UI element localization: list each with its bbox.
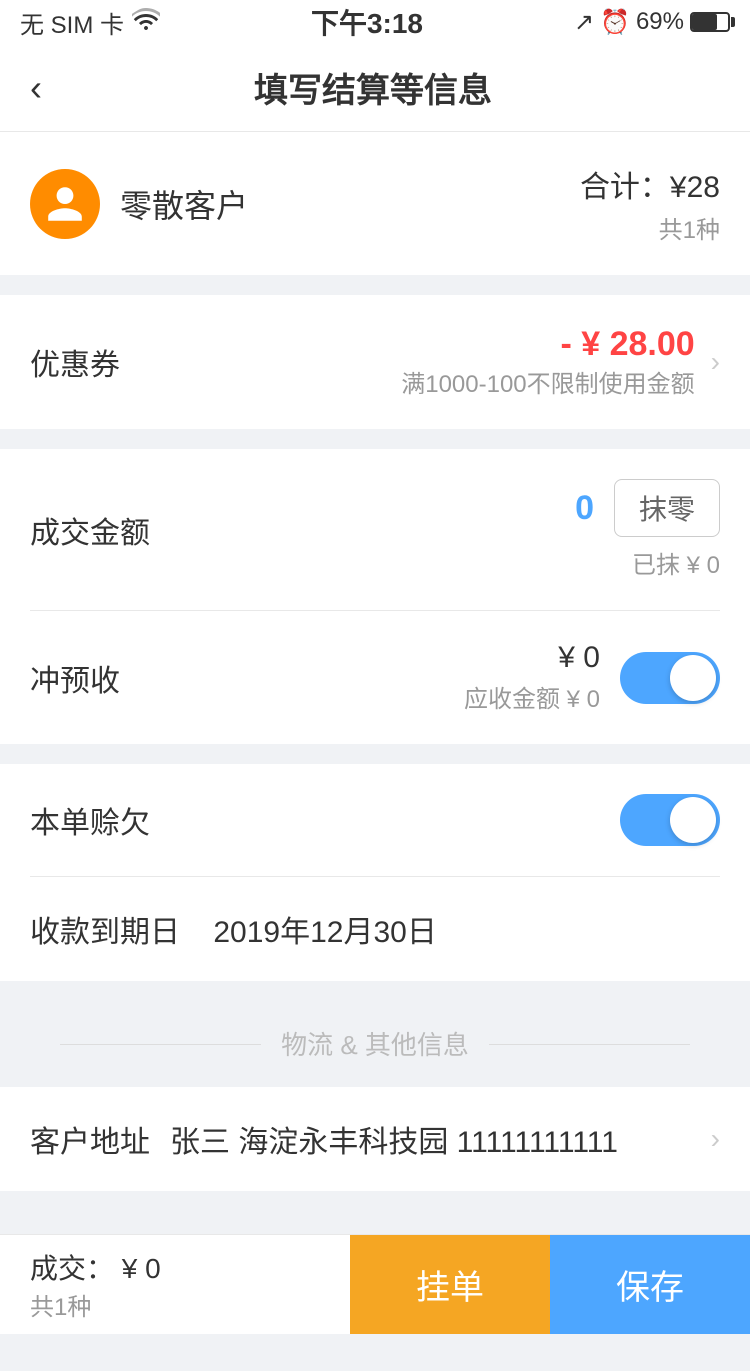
status-right: ↗ ⏰ 69% [574,8,730,37]
address-section: 客户地址 张三 海淀永丰科技园 11111111111 › [0,1087,750,1191]
debt-row: 本单赊欠 [0,764,750,876]
status-time: 下午3:18 [311,2,423,42]
battery-icon [690,12,730,32]
total-price: 合计：¥28 [580,162,720,206]
deal-section: 成交金额 0 抹零 已抹 ¥ 0 冲预收 ¥ 0 应收金额 ¥ 0 [0,449,750,744]
already-rounded-text: 已抹 ¥ 0 [632,545,720,580]
bottom-deal-label: 成交： [30,1253,114,1284]
nav-bar: ‹ 填写结算等信息 [0,44,750,132]
pre-receive-sub-amount: 应收金额 ¥ 0 [464,679,600,714]
deal-amount-top: 0 抹零 [575,479,720,537]
coupon-label: 优惠券 [30,340,120,384]
total-count: 共1种 [580,210,720,245]
logistics-header: 物流 & 其他信息 [0,1001,750,1086]
pre-receive-amounts: ¥ 0 应收金额 ¥ 0 [464,641,600,714]
logistics-section-label: 物流 & 其他信息 [261,1030,489,1060]
coupon-section[interactable]: 优惠券 - ¥ 28.00 满1000-100不限制使用金额 › [0,295,750,429]
coupon-info: - ¥ 28.00 满1000-100不限制使用金额 [401,325,694,399]
customer-section: 零散客户 合计：¥28 共1种 [0,132,750,275]
status-bar: 无 SIM 卡 下午3:18 ↗ ⏰ 69% [0,0,750,44]
person-icon [44,183,86,225]
divider-1 [0,275,750,295]
hold-button[interactable]: 挂单 [350,1235,550,1334]
coupon-right: - ¥ 28.00 满1000-100不限制使用金额 › [401,325,720,399]
debt-toggle[interactable] [620,794,720,846]
debt-toggle-knob [670,797,716,843]
bottom-deal-amount: 成交： ¥ 0 [30,1247,350,1287]
pre-receive-main-amount: ¥ 0 [464,641,600,675]
due-date-value: 2019年12月30日 [213,916,436,949]
divider-4 [0,981,750,1001]
customer-right: 合计：¥28 共1种 [580,162,720,245]
pre-receive-row: 冲预收 ¥ 0 应收金额 ¥ 0 [0,611,750,744]
divider-3 [0,744,750,764]
pre-receive-label: 冲预收 [30,656,120,700]
address-row[interactable]: 客户地址 张三 海淀永丰科技园 11111111111 › [0,1087,750,1191]
coupon-chevron-icon: › [711,346,720,378]
customer-row: 零散客户 合计：¥28 共1种 [0,132,750,275]
debt-section: 本单赊欠 收款到期日 2019年12月30日 [0,764,750,981]
deal-amount-row: 成交金额 0 抹零 已抹 ¥ 0 [0,449,750,610]
customer-name: 零散客户 [120,181,248,227]
bottom-deal-value: ¥ 0 [122,1253,161,1284]
coupon-row[interactable]: 优惠券 - ¥ 28.00 满1000-100不限制使用金额 › [0,295,750,429]
status-left: 无 SIM 卡 [20,5,160,40]
location-icon: ↗ [574,8,594,37]
bottom-bar: 成交： ¥ 0 共1种 挂单 保存 [0,1234,750,1334]
wifi-icon [132,8,160,37]
coupon-amount: - ¥ 28.00 [401,325,694,364]
debt-label: 本单赊欠 [30,798,150,842]
address-label: 客户地址 [30,1117,150,1161]
battery-percent: 69% [636,8,684,36]
back-button[interactable]: ‹ [30,67,42,109]
pre-receive-toggle[interactable] [620,652,720,704]
address-chevron-icon: › [711,1123,720,1155]
coupon-desc: 满1000-100不限制使用金额 [401,364,694,399]
address-value: 张三 海淀永丰科技园 11111111111 [170,1117,691,1161]
divider-2 [0,429,750,449]
bottom-count: 共1种 [30,1287,350,1322]
due-date-row: 收款到期日 2019年12月30日 [0,877,750,981]
due-date-content: 收款到期日 2019年12月30日 [30,916,437,949]
due-date-label: 收款到期日 [30,916,180,949]
bottom-summary: 成交： ¥ 0 共1种 [0,1235,350,1334]
carrier-text: 无 SIM 卡 [20,5,124,40]
customer-left: 零散客户 [30,169,248,239]
save-button[interactable]: 保存 [550,1235,750,1334]
customer-avatar [30,169,100,239]
alarm-icon: ⏰ [600,8,630,37]
pre-receive-right: ¥ 0 应收金额 ¥ 0 [464,641,720,714]
toggle-knob [670,655,716,701]
deal-amount-label: 成交金额 [30,508,150,552]
page-title: 填写结算等信息 [62,63,684,112]
deal-amount-value: 0 [575,489,594,528]
round-zero-button[interactable]: 抹零 [614,479,720,537]
deal-amount-right: 0 抹零 已抹 ¥ 0 [575,479,720,580]
due-date-spacer [188,916,205,949]
